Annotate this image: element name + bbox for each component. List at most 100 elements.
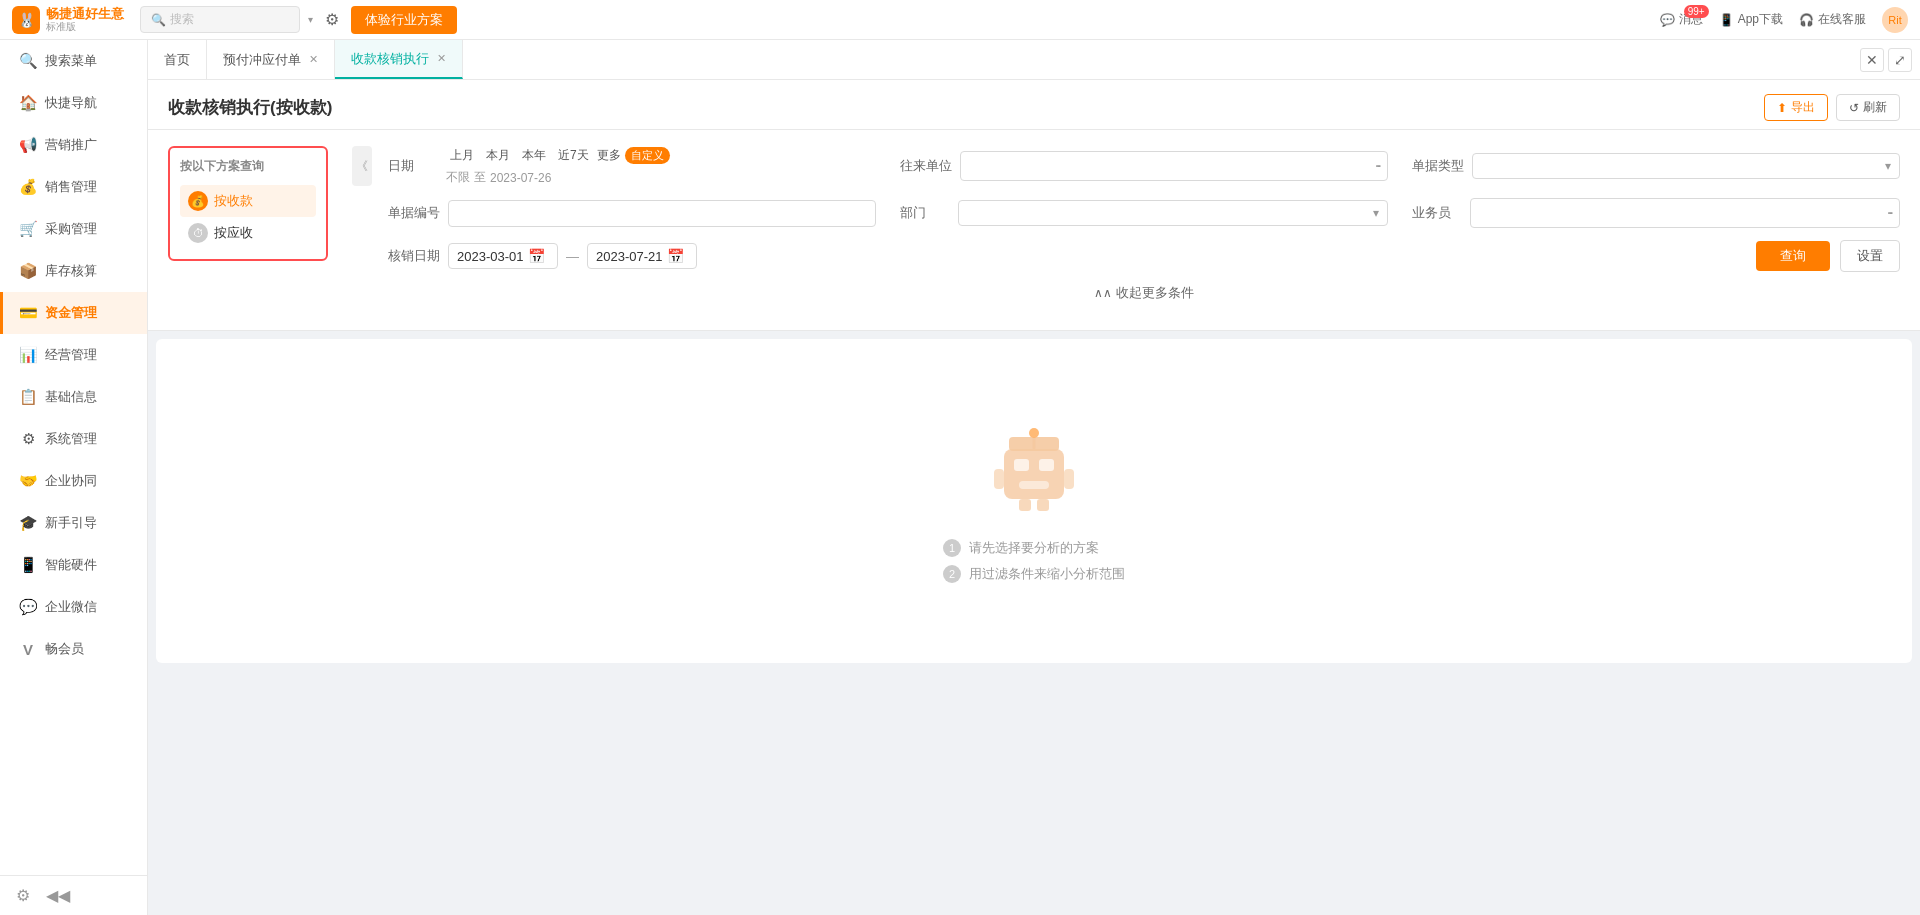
date-filter-field: 日期 上月 本月 本年 近7天 更多 自定义: [388, 146, 876, 186]
online-service-item[interactable]: 🎧 在线客服: [1799, 11, 1866, 28]
date-shortcut-last-month[interactable]: 上月: [446, 146, 478, 165]
sidebar-item-label: 企业协同: [45, 472, 97, 490]
purchase-icon: 🛒: [19, 220, 37, 238]
tab-close-all-btn[interactable]: ✕: [1860, 48, 1884, 72]
sidebar-item-marketing[interactable]: 📢 营销推广: [0, 124, 147, 166]
svg-rect-1: [1014, 459, 1029, 471]
sidebar-item-quick-nav[interactable]: 🏠 快捷导航: [0, 82, 147, 124]
tab-receipt-close-icon[interactable]: ✕: [437, 52, 446, 65]
date-to-text: 至: [474, 169, 486, 186]
app-download-item[interactable]: 📱 App下载: [1719, 11, 1783, 28]
page-header: 收款核销执行(按收款) ⬆ 导出 ↺ 刷新: [148, 80, 1920, 130]
salesperson-select[interactable]: ···: [1470, 198, 1900, 228]
inventory-icon: 📦: [19, 262, 37, 280]
sidebar-item-label: 快捷导航: [45, 94, 97, 112]
header-dropdown-arrow[interactable]: ▾: [308, 14, 313, 25]
search-icon: 🔍: [151, 13, 166, 27]
date-more-btn[interactable]: 更多: [597, 147, 621, 164]
tab-home[interactable]: 首页: [148, 40, 207, 79]
date-shortcut-7days[interactable]: 近7天: [554, 146, 593, 165]
page-content: 收款核销执行(按收款) ⬆ 导出 ↺ 刷新 按以: [148, 80, 1920, 915]
sidebar-item-finance[interactable]: 💳 资金管理: [0, 292, 147, 334]
main-layout: 🔍 搜索菜单 🏠 快捷导航 📢 营销推广 💰 销售管理 🛒 采购管理 📦 库存核…: [0, 40, 1920, 915]
dept-select-arrow: ▾: [1373, 206, 1379, 220]
message-icon: 💬: [1660, 13, 1675, 27]
sidebar-item-wechat[interactable]: 💬 企业微信: [0, 586, 147, 628]
header-search-box[interactable]: 🔍 搜索: [140, 6, 300, 33]
sidebar-item-basic-info[interactable]: 📋 基础信息: [0, 376, 147, 418]
collapse-more-btn[interactable]: ∧∧ 收起更多条件: [388, 284, 1900, 302]
message-badge-item[interactable]: 💬 消息 99+: [1660, 11, 1703, 28]
tab-expand-btn[interactable]: ⤢: [1888, 48, 1912, 72]
sales-icon: 💰: [19, 178, 37, 196]
sidebar-settings-icon[interactable]: ⚙: [16, 886, 30, 905]
empty-tip-1-text: 请先选择要分析的方案: [969, 539, 1099, 557]
enterprise-icon: 🤝: [19, 472, 37, 490]
sidebar-item-system[interactable]: ⚙ 系统管理: [0, 418, 147, 460]
query-button[interactable]: 查询: [1756, 241, 1830, 271]
empty-tips: 1 请先选择要分析的方案 2 用过滤条件来缩小分析范围: [943, 539, 1125, 583]
collapse-more-label: 收起更多条件: [1116, 284, 1194, 302]
sidebar-item-search[interactable]: 🔍 搜索菜单: [0, 40, 147, 82]
sidebar-item-label: 基础信息: [45, 388, 97, 406]
by-receivable-icon: ⏱: [188, 223, 208, 243]
header-gear-icon[interactable]: ⚙: [325, 10, 339, 29]
tab-prepay-writeoff[interactable]: 预付冲应付单 ✕: [207, 40, 335, 79]
svg-rect-4: [994, 469, 1004, 489]
sidebar-item-sales[interactable]: 💰 销售管理: [0, 166, 147, 208]
filter-action-buttons: 查询 设置: [1412, 240, 1900, 272]
dept-label: 部门: [900, 204, 950, 222]
writeoff-end-value: 2023-07-21: [596, 249, 663, 264]
by-receipt-label: 按收款: [214, 192, 253, 210]
filter-panel-title: 按以下方案查询: [180, 158, 316, 175]
writeoff-date-separator: —: [566, 249, 579, 264]
sidebar-item-purchase[interactable]: 🛒 采购管理: [0, 208, 147, 250]
filter-option-by-receipt[interactable]: 💰 按收款: [180, 185, 316, 217]
search-menu-icon: 🔍: [19, 52, 37, 70]
setting-button[interactable]: 设置: [1840, 240, 1900, 272]
sidebar-item-enterprise[interactable]: 🤝 企业协同: [0, 460, 147, 502]
counterpart-filter-field: 往来单位 ···: [900, 146, 1388, 186]
search-placeholder: 搜索: [170, 11, 194, 28]
date-shortcut-this-month[interactable]: 本月: [482, 146, 514, 165]
tab-receipt-writeoff[interactable]: 收款核销执行 ✕: [335, 40, 463, 79]
user-avatar[interactable]: Rit: [1882, 7, 1908, 33]
logo-area: 🐰 畅捷通好生意 标准版: [12, 6, 124, 34]
dept-select[interactable]: ▾: [958, 200, 1388, 226]
quick-nav-icon: 🏠: [19, 94, 37, 112]
empty-state: 1 请先选择要分析的方案 2 用过滤条件来缩小分析范围: [156, 339, 1912, 663]
sidebar-item-label: 系统管理: [45, 430, 97, 448]
writeoff-date-end-input[interactable]: 2023-07-21 📅: [587, 243, 697, 269]
writeoff-date-label: 核销日期: [388, 247, 440, 265]
solution-button[interactable]: 体验行业方案: [351, 6, 457, 34]
app-download-label: App下载: [1738, 11, 1783, 28]
writeoff-date-start-input[interactable]: 2023-03-01 📅: [448, 243, 558, 269]
bill-type-select[interactable]: ▾: [1472, 153, 1900, 179]
sidebar-item-inventory[interactable]: 📦 库存核算: [0, 250, 147, 292]
sidebar-collapse-icon[interactable]: ◀◀: [46, 886, 70, 905]
panel-collapse-btn[interactable]: 《: [352, 146, 372, 186]
collapse-chevron-icon: ∧∧: [1094, 286, 1112, 300]
date-custom-badge[interactable]: 自定义: [625, 147, 670, 164]
sidebar-item-label: 销售管理: [45, 178, 97, 196]
logo-icon: 🐰: [12, 6, 40, 34]
counterpart-select[interactable]: ···: [960, 151, 1388, 181]
page-title: 收款核销执行(按收款): [168, 96, 332, 119]
refresh-button[interactable]: ↺ 刷新: [1836, 94, 1900, 121]
tab-prepay-close-icon[interactable]: ✕: [309, 53, 318, 66]
sidebar-item-operations[interactable]: 📊 经营管理: [0, 334, 147, 376]
top-header: 🐰 畅捷通好生意 标准版 🔍 搜索 ▾ ⚙ 体验行业方案 💬 消息 99+ 📱 …: [0, 0, 1920, 40]
logo-sub-text: 标准版: [46, 21, 124, 33]
sidebar-item-label: 智能硬件: [45, 556, 97, 574]
wechat-icon: 💬: [19, 598, 37, 616]
sidebar-item-label: 采购管理: [45, 220, 97, 238]
bill-no-input[interactable]: [448, 200, 876, 227]
export-button[interactable]: ⬆ 导出: [1764, 94, 1828, 121]
sidebar-item-vip[interactable]: V 畅会员: [0, 628, 147, 670]
sidebar-item-smart-hardware[interactable]: 📱 智能硬件: [0, 544, 147, 586]
logo-main-text: 畅捷通好生意: [46, 6, 124, 22]
date-shortcut-this-year[interactable]: 本年: [518, 146, 550, 165]
guide-icon: 🎓: [19, 514, 37, 532]
sidebar-item-guide[interactable]: 🎓 新手引导: [0, 502, 147, 544]
filter-option-by-receivable[interactable]: ⏱ 按应收: [180, 217, 316, 249]
